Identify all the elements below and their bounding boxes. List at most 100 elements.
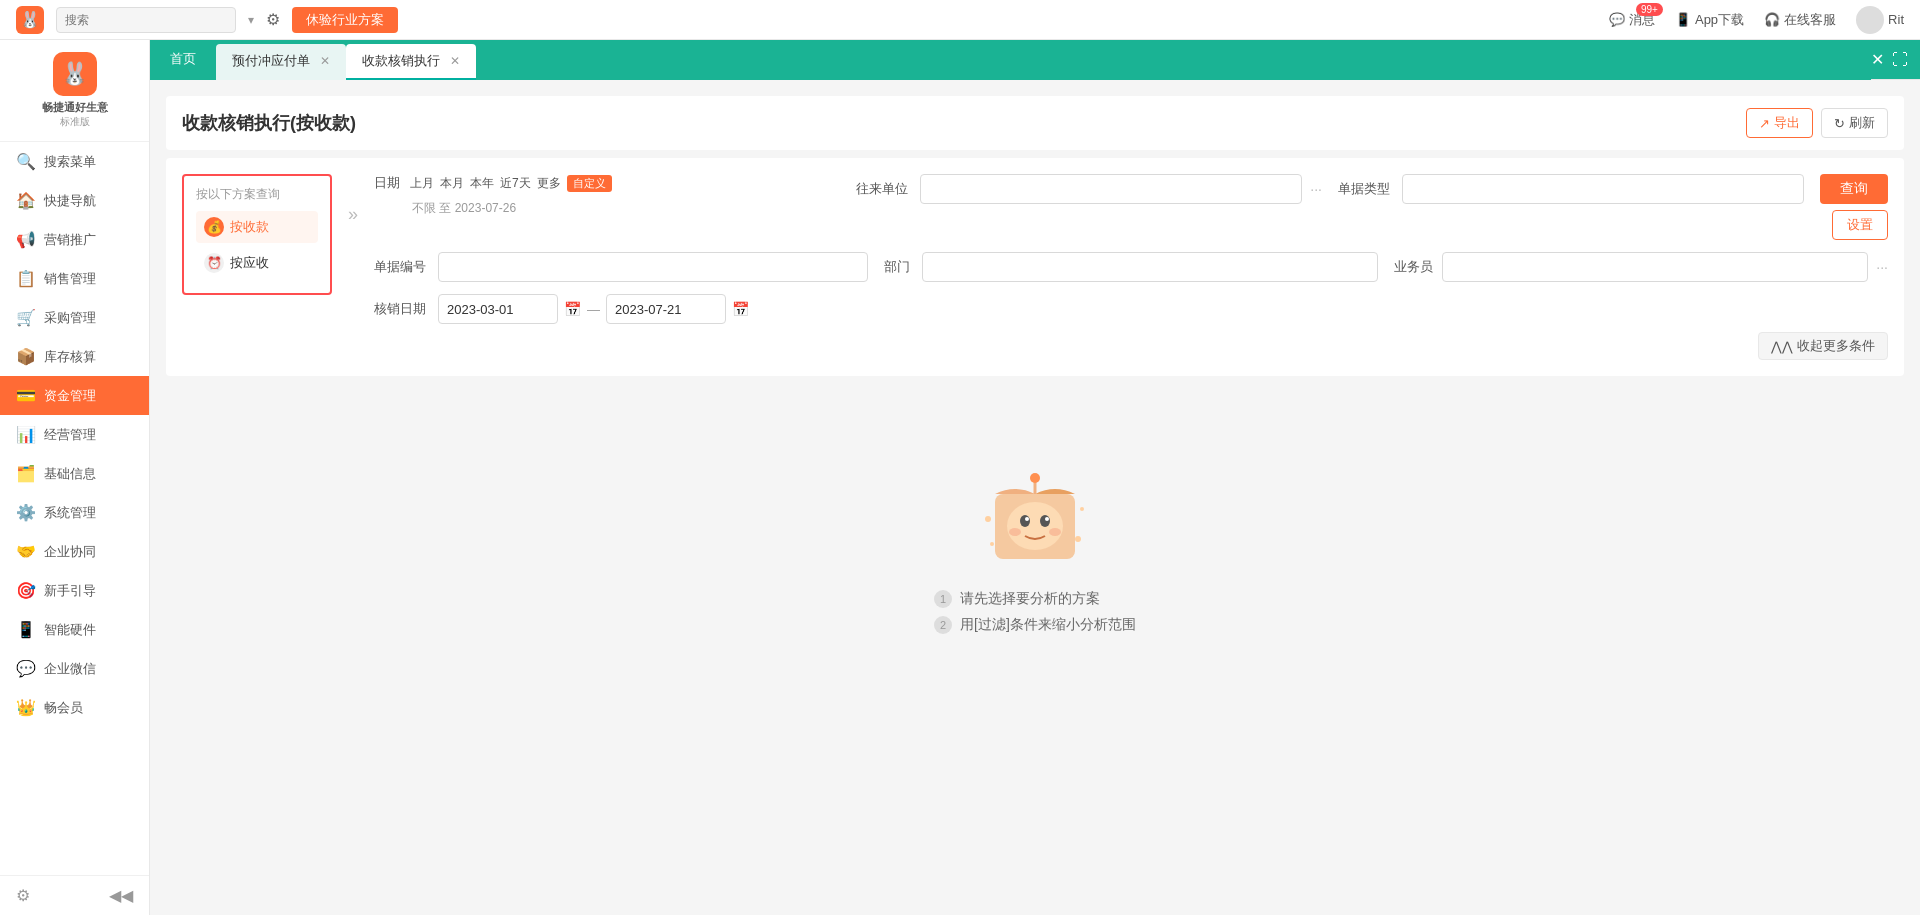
writeoff-date-start[interactable] (438, 294, 558, 324)
sidebar-item-label: 营销推广 (44, 231, 96, 249)
date-shortcut-thismonth[interactable]: 本月 (440, 175, 464, 192)
username: Rit (1888, 12, 1904, 27)
sidebar-item-sales[interactable]: 📋 销售管理 (0, 259, 149, 298)
tab-prepay-close[interactable]: ✕ (320, 54, 330, 68)
bill-no-label: 单据编号 (374, 258, 430, 276)
refresh-button[interactable]: ↻ 刷新 (1821, 108, 1888, 138)
calendar-end-icon[interactable]: 📅 (732, 301, 749, 317)
tab-expand-icon[interactable]: ⛶ (1892, 51, 1908, 69)
counterpart-input[interactable] (920, 174, 1302, 204)
logo-icon: 🐰 (16, 6, 44, 34)
filter-option-by-receipt[interactable]: 💰 按收款 (196, 211, 318, 243)
sidebar-item-operations[interactable]: 📊 经营管理 (0, 415, 149, 454)
settings-button[interactable]: 设置 (1832, 210, 1888, 240)
calendar-start-icon[interactable]: 📅 (564, 301, 581, 317)
date-shortcut-more[interactable]: 更多 (537, 175, 561, 192)
tip-num-1: 1 (934, 590, 952, 608)
writeoff-date-range: 📅 — 📅 (438, 294, 749, 324)
sidebar-item-inventory[interactable]: 📦 库存核算 (0, 337, 149, 376)
sidebar-item-purchase[interactable]: 🛒 采购管理 (0, 298, 149, 337)
writeoff-date-end[interactable] (606, 294, 726, 324)
sidebar-item-basics[interactable]: 🗂️ 基础信息 (0, 454, 149, 493)
sidebar-item-marketing[interactable]: 📢 营销推广 (0, 220, 149, 259)
sidebar-item-guide[interactable]: 🎯 新手引导 (0, 571, 149, 610)
date-shortcut-7days[interactable]: 近7天 (500, 175, 531, 192)
tab-close-all-icon[interactable]: ✕ (1871, 50, 1884, 69)
sidebar: 🐰 畅捷通好生意 标准版 🔍 搜索菜单 🏠 快捷导航 📢 营销推广 📋 销售管理… (0, 40, 150, 915)
salesperson-input[interactable] (1442, 252, 1868, 282)
empty-tip-1: 1 请先选择要分析的方案 (934, 590, 1136, 608)
gear-icon[interactable]: ⚙ (266, 10, 280, 29)
tip-num-2: 2 (934, 616, 952, 634)
filter-panel: 按以下方案查询 💰 按收款 ⏰ 按应收 » (166, 158, 1904, 376)
sidebar-item-wechat[interactable]: 💬 企业微信 (0, 649, 149, 688)
user-profile[interactable]: Rit (1856, 6, 1904, 34)
tab-prepay-label: 预付冲应付单 (232, 52, 310, 70)
marketing-icon: 📢 (16, 230, 36, 249)
sidebar-item-quicknav[interactable]: 🏠 快捷导航 (0, 181, 149, 220)
app-download-button[interactable]: 📱 App下载 (1675, 11, 1744, 29)
search-input[interactable] (56, 7, 236, 33)
filter-option-by-receivable[interactable]: ⏰ 按应收 (196, 247, 318, 279)
sidebar-item-label: 企业微信 (44, 660, 96, 678)
collapse-left-icon[interactable]: » (344, 204, 362, 225)
sidebar-item-collab[interactable]: 🤝 企业协同 (0, 532, 149, 571)
tab-prepay[interactable]: 预付冲应付单 ✕ (216, 44, 346, 80)
date-field: 日期 上月 本月 本年 近7天 更多 自定义 (374, 174, 840, 217)
svg-point-9 (1030, 473, 1040, 483)
date-separator: — (587, 302, 600, 317)
bill-no-field: 单据编号 (374, 252, 868, 282)
messages-button[interactable]: 💬 消息 99+ (1609, 11, 1655, 29)
member-icon: 👑 (16, 698, 36, 717)
chevron-down-icon[interactable]: ▾ (248, 13, 254, 27)
svg-point-5 (1045, 517, 1049, 521)
sidebar-item-member[interactable]: 👑 畅会员 (0, 688, 149, 727)
svg-point-13 (990, 542, 994, 546)
counterpart-field: 往来单位 ··· (856, 174, 1322, 204)
bill-no-input[interactable] (438, 252, 868, 282)
export-button[interactable]: ↗ 导出 (1746, 108, 1813, 138)
svg-point-2 (1020, 515, 1030, 527)
bill-type-select[interactable] (1402, 174, 1804, 204)
solution-button[interactable]: 休验行业方案 (292, 7, 398, 33)
sidebar-item-system[interactable]: ⚙️ 系统管理 (0, 493, 149, 532)
svg-point-4 (1025, 517, 1029, 521)
sidebar-item-label: 资金管理 (44, 387, 96, 405)
form-actions: 查询 设置 (1820, 174, 1888, 240)
counterpart-dots[interactable]: ··· (1310, 181, 1322, 197)
date-shortcut-lastmonth[interactable]: 上月 (410, 175, 434, 192)
page-header: 收款核销执行(按收款) ↗ 导出 ↻ 刷新 (166, 96, 1904, 150)
online-service-button[interactable]: 🎧 在线客服 (1764, 11, 1836, 29)
collapse-more-btn[interactable]: ⋀⋀ 收起更多条件 (1758, 332, 1888, 360)
wechat-icon: 💬 (16, 659, 36, 678)
settings-bottom-icon[interactable]: ⚙ (16, 886, 30, 905)
svg-point-10 (985, 516, 991, 522)
filter-option-receivable-label: 按应收 (230, 254, 269, 272)
bill-type-field: 单据类型 (1338, 174, 1804, 204)
sidebar-item-hardware[interactable]: 📱 智能硬件 (0, 610, 149, 649)
salesperson-dots[interactable]: ··· (1876, 259, 1888, 275)
writeoff-date-field: 核销日期 📅 — 📅 (374, 294, 1888, 324)
tab-home[interactable]: 首页 (150, 40, 216, 80)
collapse-sidebar-icon[interactable]: ◀◀ (109, 886, 133, 905)
sidebar-item-finance[interactable]: 💳 资金管理 (0, 376, 149, 415)
avatar (1856, 6, 1884, 34)
empty-tips: 1 请先选择要分析的方案 2 用[过滤]条件来缩小分析范围 (934, 590, 1136, 634)
date-label: 日期 (374, 174, 404, 192)
tab-bar-controls: ✕ ⛶ (1871, 50, 1920, 69)
query-button[interactable]: 查询 (1820, 174, 1888, 204)
date-shortcuts: 上月 本月 本年 近7天 更多 自定义 (410, 175, 612, 192)
dept-label: 部门 (884, 258, 914, 276)
receipt-icon: 💰 (204, 217, 224, 237)
sidebar-item-label: 基础信息 (44, 465, 96, 483)
sidebar-item-label: 智能硬件 (44, 621, 96, 639)
date-shortcut-thisyear[interactable]: 本年 (470, 175, 494, 192)
date-shortcut-custom[interactable]: 自定义 (567, 175, 612, 192)
tab-bar: 首页 预付冲应付单 ✕ 收款核销执行 ✕ ✕ ⛶ (150, 40, 1920, 80)
tab-writeoff[interactable]: 收款核销执行 ✕ (346, 44, 476, 80)
page-title: 收款核销执行(按收款) (182, 111, 356, 135)
dept-select[interactable] (922, 252, 1378, 282)
sidebar-item-search[interactable]: 🔍 搜索菜单 (0, 142, 149, 181)
empty-illustration (970, 464, 1100, 574)
tab-writeoff-close[interactable]: ✕ (450, 54, 460, 68)
